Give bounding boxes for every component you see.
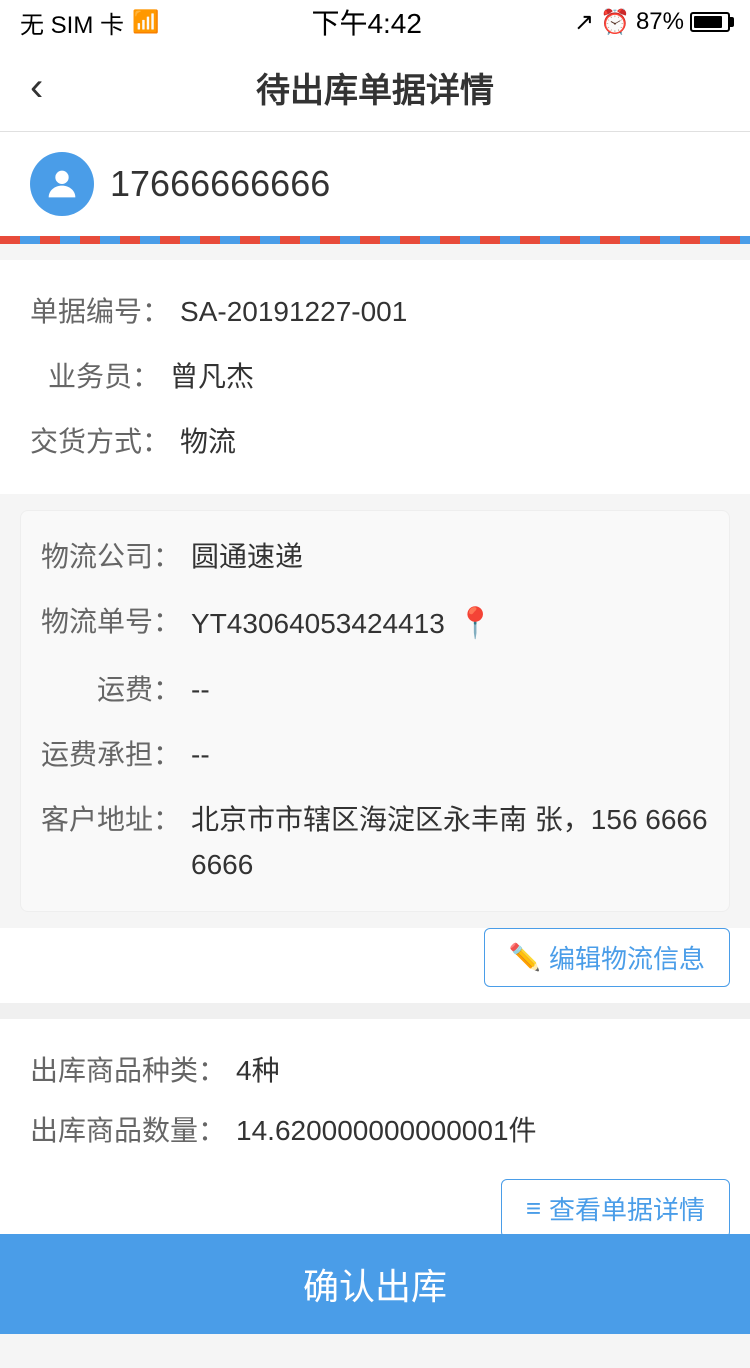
goods-types-label: 出库商品种类： <box>30 1049 226 1089</box>
avatar <box>30 152 94 216</box>
tracking-row: 物流单号： YT43064053424413 📍 <box>41 600 709 648</box>
freight-bearer-label: 运费承担： <box>41 733 181 778</box>
person-icon <box>42 164 82 204</box>
alarm-icon: ⏰ <box>600 8 630 37</box>
salesperson-row: 业务员： 曾凡杰 <box>30 355 720 400</box>
logistics-company-label: 物流公司： <box>41 535 181 580</box>
delivery-method-value: 物流 <box>180 420 720 465</box>
freight-bearer-value: -- <box>191 733 709 778</box>
tracking-location-icon[interactable]: 📍 <box>457 600 494 648</box>
freight-label: 运费： <box>41 668 181 713</box>
delivery-method-row: 交货方式： 物流 <box>30 420 720 465</box>
page-title: 待出库单据详情 <box>256 63 494 112</box>
document-number-row: 单据编号： SA-20191227-001 <box>30 290 720 335</box>
tracking-label: 物流单号： <box>41 600 181 645</box>
status-bar-left: 无 SIM 卡 📶 <box>20 5 159 40</box>
salesperson-value: 曾凡杰 <box>170 355 720 400</box>
tracking-value: YT43064053424413 📍 <box>191 600 709 648</box>
phone-number: 17666666666 <box>110 163 330 205</box>
freight-bearer-row: 运费承担： -- <box>41 733 709 778</box>
status-bar: 无 SIM 卡 📶 下午4:42 ↗ ⏰ 87% <box>0 0 750 44</box>
freight-value: -- <box>191 668 709 713</box>
goods-quantity-row: 出库商品数量： 14.620000000000001件 <box>30 1109 720 1149</box>
status-bar-time: 下午4:42 <box>311 2 422 42</box>
goods-quantity-label: 出库商品数量： <box>30 1109 226 1149</box>
status-bar-right: ↗ ⏰ 87% <box>574 8 730 37</box>
dashed-divider <box>0 236 750 244</box>
edit-btn-row: ✏️ 编辑物流信息 <box>0 928 750 1003</box>
list-icon: ≡ <box>526 1193 541 1224</box>
edit-logistics-button[interactable]: ✏️ 编辑物流信息 <box>484 928 730 987</box>
goods-types-value: 4种 <box>236 1049 280 1089</box>
logistics-company-value: 圆通速递 <box>191 535 709 580</box>
logistics-company-row: 物流公司： 圆通速递 <box>41 535 709 580</box>
nav-bar: ‹ 待出库单据详情 <box>0 44 750 132</box>
view-detail-button[interactable]: ≡ 查看单据详情 <box>501 1179 730 1238</box>
bottom-bar: 确认出库 <box>0 1234 750 1334</box>
address-label: 客户地址： <box>41 798 181 843</box>
delivery-method-label: 交货方式： <box>30 420 170 465</box>
address-row: 客户地址： 北京市市辖区海淀区永丰南 张，156 6666 6666 <box>41 798 709 888</box>
back-button[interactable]: ‹ <box>30 65 43 110</box>
document-info-section: 单据编号： SA-20191227-001 业务员： 曾凡杰 交货方式： 物流 <box>0 260 750 494</box>
goods-section: 出库商品种类： 4种 出库商品数量： 14.620000000000001件 <box>0 1019 750 1179</box>
section-separator <box>0 1003 750 1019</box>
salesperson-label: 业务员： <box>30 355 160 400</box>
document-number-label: 单据编号： <box>30 290 170 335</box>
goods-types-row: 出库商品种类： 4种 <box>30 1049 720 1089</box>
logistics-section: 物流公司： 圆通速递 物流单号： YT43064053424413 📍 运费： … <box>20 510 730 912</box>
address-value: 北京市市辖区海淀区永丰南 张，156 6666 6666 <box>191 798 709 888</box>
battery-label: 87% <box>636 8 684 36</box>
phone-row: 17666666666 <box>0 132 750 236</box>
location-status-icon: ↗ <box>574 8 594 37</box>
carrier-label: 无 SIM 卡 <box>20 5 124 40</box>
confirm-button[interactable]: 确认出库 <box>303 1258 447 1310</box>
battery-icon <box>690 12 730 32</box>
goods-quantity-value: 14.620000000000001件 <box>236 1109 537 1149</box>
document-number-value: SA-20191227-001 <box>180 290 720 335</box>
wifi-icon: 📶 <box>132 9 159 35</box>
edit-icon: ✏️ <box>509 942 541 973</box>
freight-row: 运费： -- <box>41 668 709 713</box>
